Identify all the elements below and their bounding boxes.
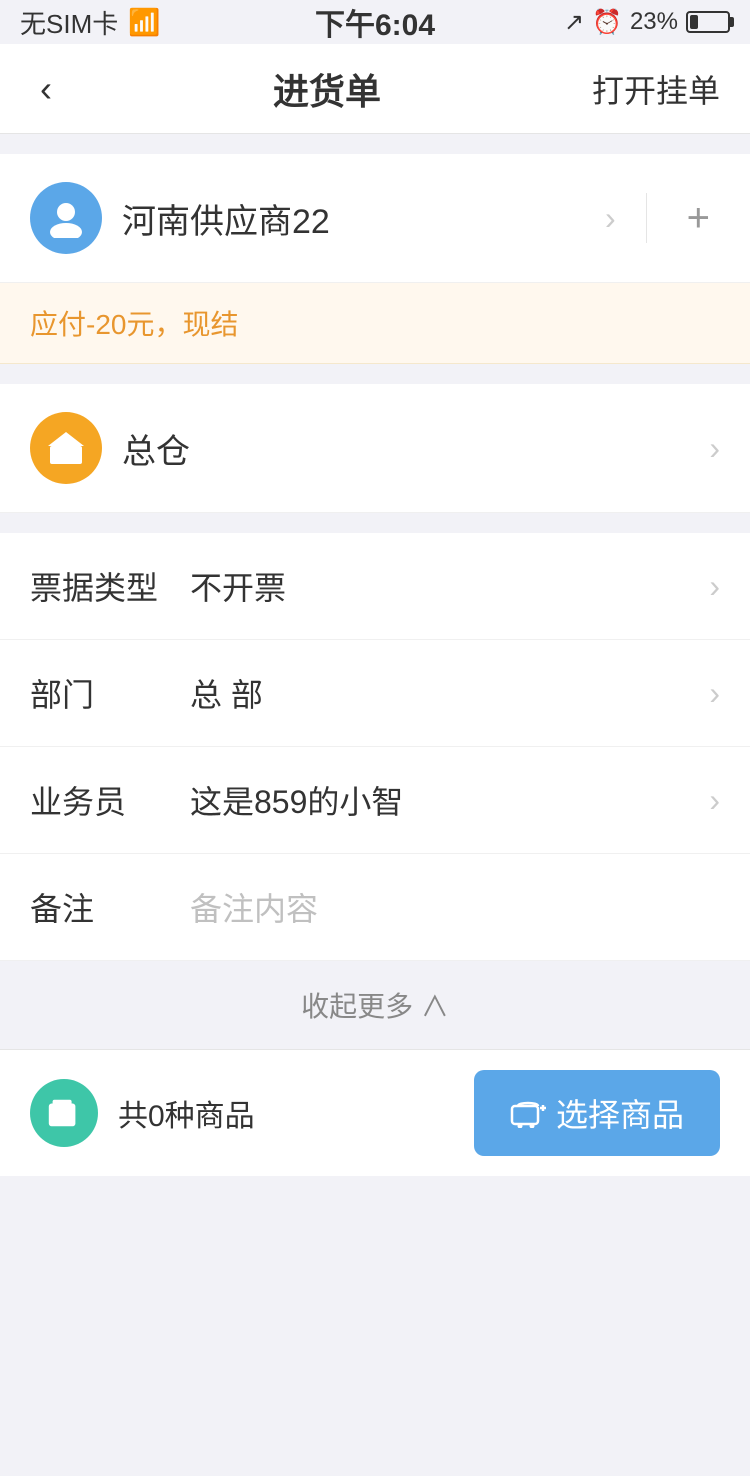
salesperson-chevron-icon: › (699, 782, 720, 819)
section-divider-1 (0, 134, 750, 154)
bottom-bar: 共0种商品 选择商品 (0, 1049, 750, 1176)
salesperson-row[interactable]: 业务员 这是859的小智 › (0, 747, 750, 854)
warehouse-icon-wrap (30, 412, 102, 484)
warehouse-section: 总仓 › (0, 384, 750, 513)
main-background (0, 1176, 750, 1476)
invoice-type-value: 不开票 (190, 533, 699, 639)
section-divider-2 (0, 364, 750, 384)
invoice-type-label: 票据类型 (30, 563, 190, 609)
select-product-button[interactable]: 选择商品 (474, 1070, 720, 1156)
open-pending-button[interactable]: 打开挂单 (592, 66, 720, 112)
remark-label: 备注 (30, 884, 190, 930)
product-icon-wrap (30, 1079, 98, 1147)
nav-bar: ‹ 进货单 打开挂单 (0, 44, 750, 134)
supplier-chevron-icon: › (605, 200, 616, 237)
back-button[interactable]: ‹ (30, 58, 62, 120)
notice-banner: 应付-20元，现结 (0, 283, 750, 364)
select-product-label: 选择商品 (556, 1090, 684, 1136)
department-label: 部门 (30, 670, 190, 716)
supplier-section: 河南供应商22 › + 应付-20元，现结 (0, 154, 750, 364)
cart-icon (510, 1098, 546, 1128)
status-time: 下午6:04 (315, 0, 435, 44)
department-row[interactable]: 部门 总 部 › (0, 640, 750, 747)
battery-icon (686, 11, 730, 33)
warehouse-icon (46, 428, 86, 468)
salesperson-label: 业务员 (30, 777, 190, 823)
alarm-icon: ⏰ (592, 8, 622, 37)
invoice-type-row[interactable]: 票据类型 不开票 › (0, 533, 750, 640)
battery-percent: 23% (630, 8, 678, 36)
department-chevron-icon: › (699, 675, 720, 712)
collapse-row[interactable]: 收起更多 ∧ (0, 961, 750, 1049)
carrier-label: 无SIM卡 (20, 4, 118, 41)
warehouse-label: 总仓 (122, 424, 709, 473)
person-icon (46, 198, 86, 238)
warehouse-row[interactable]: 总仓 › (0, 384, 750, 513)
form-section: 票据类型 不开票 › 部门 总 部 › 业务员 这是859的小智 › 备注 备注… (0, 533, 750, 961)
invoice-type-chevron-icon: › (699, 568, 720, 605)
status-bar: 无SIM卡 📶 下午6:04 ↗ ⏰ 23% (0, 0, 750, 44)
wifi-icon: 📶 (128, 7, 160, 38)
add-supplier-button[interactable]: + (677, 196, 720, 241)
salesperson-value: 这是859的小智 (190, 747, 699, 853)
location-icon: ↗ (564, 8, 584, 37)
supplier-row[interactable]: 河南供应商22 › + (0, 154, 750, 283)
collapse-label: 收起更多 ∧ (301, 991, 449, 1022)
status-left: 无SIM卡 📶 (20, 4, 161, 41)
product-count-label: 共0种商品 (118, 1091, 474, 1135)
supplier-avatar (30, 182, 102, 254)
remark-value[interactable]: 备注内容 (190, 854, 720, 960)
notice-text: 应付-20元，现结 (30, 309, 238, 340)
supplier-name: 河南供应商22 (122, 194, 605, 243)
product-icon (45, 1094, 83, 1132)
vertical-divider (646, 193, 647, 243)
section-divider-3 (0, 513, 750, 533)
department-value: 总 部 (190, 640, 699, 746)
page-title: 进货单 (273, 63, 381, 115)
warehouse-chevron-icon: › (709, 430, 720, 467)
remark-row[interactable]: 备注 备注内容 (0, 854, 750, 961)
status-right: ↗ ⏰ 23% (564, 8, 730, 37)
